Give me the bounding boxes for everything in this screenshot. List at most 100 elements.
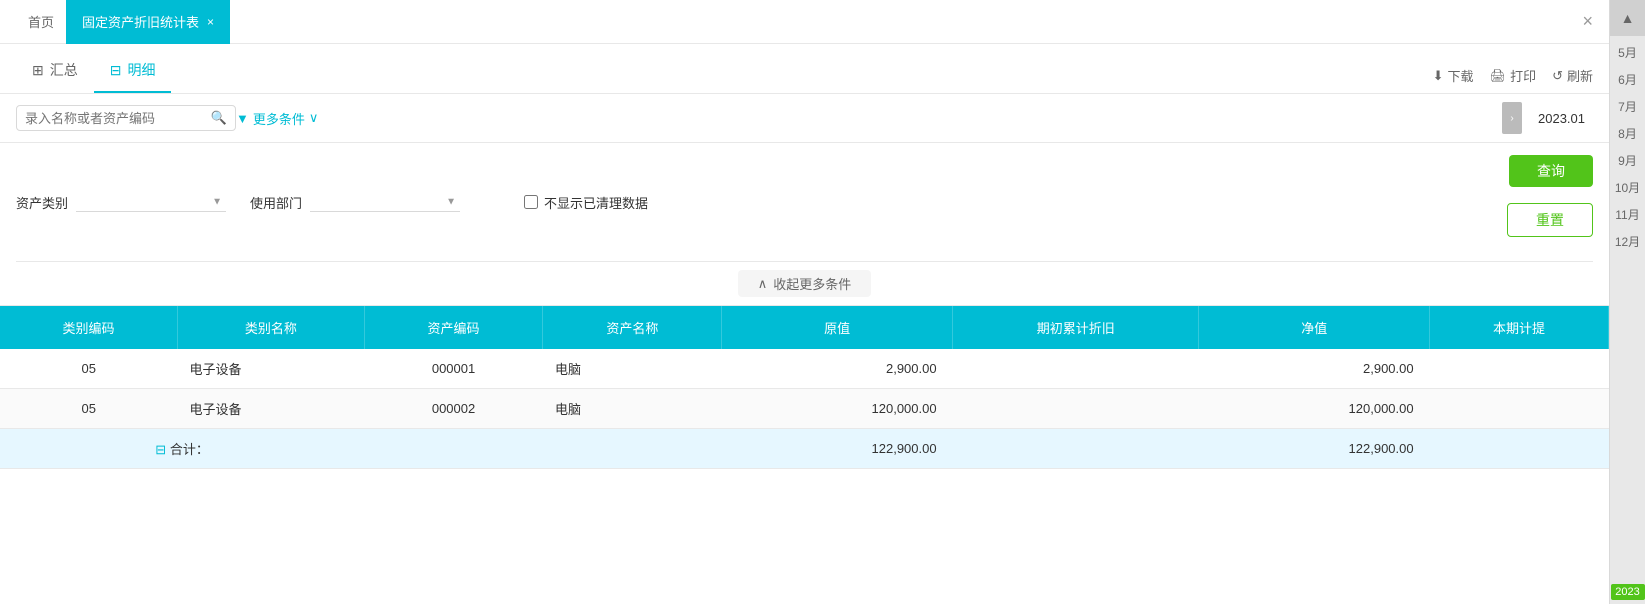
right-panel-toggle[interactable]: ▲ xyxy=(1610,0,1645,36)
th-current-provision: 本期计提 xyxy=(1430,306,1609,349)
close-tab-btn[interactable]: × xyxy=(207,15,214,29)
search-input-wrap: 🔍 xyxy=(16,105,236,131)
table-header-row: 类别编码 类别名称 资产编码 资产名称 原值 期初累计折旧 净值 本期计提 xyxy=(0,306,1609,349)
hide-cleared-wrap: 不显示已清理数据 xyxy=(524,193,648,212)
cell-original-value: 2,900.00 xyxy=(722,349,953,389)
filter-chevron-icon: ∨ xyxy=(309,110,319,126)
month-item[interactable]: 11月 xyxy=(1610,202,1645,227)
cell-accumulated-dep xyxy=(953,349,1199,389)
th-accumulated-dep: 期初累计折旧 xyxy=(953,306,1199,349)
total-original-value: 122,900.00 xyxy=(722,429,953,469)
table-row: 05 电子设备 000002 电脑 120,000.00 120,000.00 xyxy=(0,389,1609,429)
download-btn[interactable]: ⬇ 下载 xyxy=(1433,66,1474,85)
total-icon: ⊟ xyxy=(155,442,166,457)
cell-category-name: 电子设备 xyxy=(178,349,365,389)
top-nav: 首页 固定资产折旧统计表 × × xyxy=(0,0,1609,44)
cell-net-value: 2,900.00 xyxy=(1199,349,1430,389)
month-item[interactable]: 8月 xyxy=(1610,121,1645,146)
refresh-label: 刷新 xyxy=(1567,66,1593,85)
cell-net-value: 120,000.00 xyxy=(1199,389,1430,429)
table-body: 05 电子设备 000001 电脑 2,900.00 2,900.00 05 电… xyxy=(0,349,1609,469)
cell-original-value: 120,000.00 xyxy=(722,389,953,429)
refresh-icon: ↺ xyxy=(1552,68,1563,84)
query-btn[interactable]: 查询 xyxy=(1509,155,1593,187)
filter-btn[interactable]: ▼ 更多条件 ∨ xyxy=(236,109,318,128)
asset-category-select[interactable] xyxy=(76,192,226,212)
month-item[interactable]: 12月 xyxy=(1610,229,1645,254)
page-header: ⊞ 汇总 ⊟ 明细 ⬇ 下载 🖨 打印 ↺ 刷新 xyxy=(0,44,1609,94)
total-accumulated-dep xyxy=(953,429,1199,469)
month-item[interactable]: 7月 xyxy=(1610,94,1645,119)
department-filter: 使用部门 xyxy=(250,192,460,212)
total-empty-2 xyxy=(543,429,722,469)
date-display: 2023.01 xyxy=(1530,111,1593,126)
right-panel: ▲ 5月6月7月8月9月10月11月12月 2023 xyxy=(1609,0,1645,604)
chevron-up-icon: ∧ xyxy=(758,276,768,292)
arrow-up-icon: ▲ xyxy=(1621,10,1635,26)
nav-home[interactable]: 首页 xyxy=(16,12,66,31)
tab-summary[interactable]: ⊞ 汇总 xyxy=(16,49,94,93)
cell-asset-name: 电脑 xyxy=(543,389,722,429)
th-original-value: 原值 xyxy=(722,306,953,349)
department-select[interactable] xyxy=(310,192,460,212)
collapse-more-label: 收起更多条件 xyxy=(773,274,851,293)
window-close-btn[interactable]: × xyxy=(1582,11,1593,32)
reset-btn[interactable]: 重置 xyxy=(1507,203,1593,237)
table-total-row: ⊟ 合计： 122,900.00 122,900.00 xyxy=(0,429,1609,469)
cell-asset-name: 电脑 xyxy=(543,349,722,389)
cell-accumulated-dep xyxy=(953,389,1199,429)
data-table: 类别编码 类别名称 资产编码 资产名称 原值 期初累计折旧 净值 本期计提 05… xyxy=(0,306,1609,469)
print-label: 打印 xyxy=(1510,66,1536,85)
th-net-value: 净值 xyxy=(1199,306,1430,349)
cell-category-code: 05 xyxy=(0,389,178,429)
asset-category-label: 资产类别 xyxy=(16,193,68,212)
header-actions: ⬇ 下载 🖨 打印 ↺ 刷新 xyxy=(1433,66,1593,93)
month-item[interactable]: 9月 xyxy=(1610,148,1645,173)
collapse-right-btn[interactable]: › xyxy=(1502,102,1522,134)
detail-icon: ⊟ xyxy=(110,62,122,79)
th-category-name: 类别名称 xyxy=(178,306,365,349)
month-item[interactable]: 6月 xyxy=(1610,67,1645,92)
filter-row: 资产类别 使用部门 不显示已清理数据 xyxy=(16,155,1593,261)
search-input[interactable] xyxy=(25,111,205,126)
cell-category-name: 电子设备 xyxy=(178,389,365,429)
tab-group: ⊞ 汇总 ⊟ 明细 xyxy=(16,44,171,93)
filter-area: 资产类别 使用部门 不显示已清理数据 xyxy=(0,143,1609,306)
asset-category-filter: 资产类别 xyxy=(16,192,226,212)
collapse-more: ∧ 收起更多条件 xyxy=(16,261,1593,305)
filter-label: 更多条件 xyxy=(253,109,305,128)
tab-detail-label: 明细 xyxy=(127,60,155,80)
total-label-cell: ⊟ 合计： xyxy=(0,429,364,469)
collapse-more-btn[interactable]: ∧ 收起更多条件 xyxy=(738,270,872,297)
total-empty-1 xyxy=(364,429,543,469)
th-asset-name: 资产名称 xyxy=(543,306,722,349)
right-panel-months: 5月6月7月8月9月10月11月12月 xyxy=(1610,36,1645,258)
month-item[interactable]: 10月 xyxy=(1610,175,1645,200)
btn-group-right: 查询 重置 xyxy=(1507,155,1593,249)
download-icon: ⬇ xyxy=(1433,68,1444,84)
total-label: 合计： xyxy=(170,442,209,457)
nav-tab-fixed-assets[interactable]: 固定资产折旧统计表 × xyxy=(66,0,230,44)
cell-current-provision xyxy=(1430,349,1609,389)
total-net-value: 122,900.00 xyxy=(1199,429,1430,469)
print-icon: 🖨 xyxy=(1490,68,1507,84)
tab-detail[interactable]: ⊟ 明细 xyxy=(94,49,172,93)
year-badge: 2023 xyxy=(1611,584,1645,600)
cell-asset-code: 000002 xyxy=(364,389,543,429)
month-item[interactable]: 5月 xyxy=(1610,40,1645,65)
th-asset-code: 资产编码 xyxy=(364,306,543,349)
table-row: 05 电子设备 000001 电脑 2,900.00 2,900.00 xyxy=(0,349,1609,389)
cell-category-code: 05 xyxy=(0,349,178,389)
table-wrap: 类别编码 类别名称 资产编码 资产名称 原值 期初累计折旧 净值 本期计提 05… xyxy=(0,306,1609,604)
hide-cleared-checkbox[interactable] xyxy=(524,195,538,209)
search-icon[interactable]: 🔍 xyxy=(211,110,227,126)
refresh-btn[interactable]: ↺ 刷新 xyxy=(1552,66,1593,85)
total-current-provision xyxy=(1430,429,1609,469)
th-category-code: 类别编码 xyxy=(0,306,178,349)
nav-tab-label: 固定资产折旧统计表 xyxy=(82,12,199,31)
download-label: 下载 xyxy=(1448,66,1474,85)
tab-summary-label: 汇总 xyxy=(50,60,78,80)
search-row: 🔍 ▼ 更多条件 ∨ › 2023.01 xyxy=(0,94,1609,143)
cell-asset-code: 000001 xyxy=(364,349,543,389)
print-btn[interactable]: 🖨 打印 xyxy=(1490,66,1537,85)
